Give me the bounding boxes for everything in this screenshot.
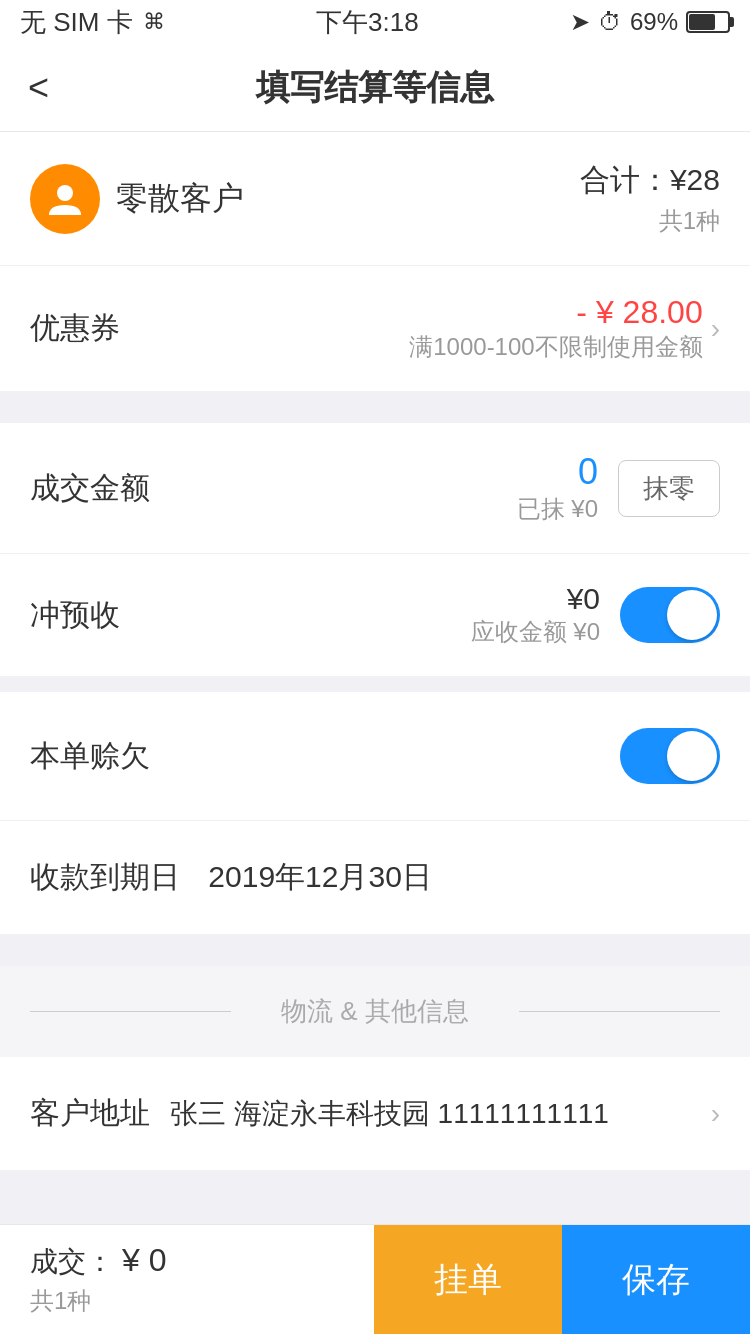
total-amount: 合计：¥28	[580, 160, 720, 201]
debit-row: 本单赊欠	[0, 692, 750, 820]
amount-section: 成交金额 0 已抹 ¥0 抹零 冲预收 ¥0 应收金额 ¥0	[0, 423, 750, 676]
save-button[interactable]: 保存	[562, 1225, 750, 1335]
status-left: 无 SIM 卡 ⌘	[20, 5, 165, 40]
total-count: 共1种	[580, 205, 720, 237]
round-zero-sub: 已抹 ¥0	[517, 493, 598, 525]
section-divider-1	[0, 407, 750, 423]
hang-button[interactable]: 挂单	[374, 1225, 562, 1335]
address-row[interactable]: 客户地址 张三 海淀永丰科技园 11111111111 ›	[0, 1057, 750, 1170]
section-divider-3	[0, 950, 750, 966]
prepayment-amount: ¥0	[471, 582, 600, 616]
page-title: 填写结算等信息	[256, 65, 494, 111]
location-icon: ➤	[570, 8, 590, 36]
transaction-right: 0 已抹 ¥0 抹零	[517, 451, 720, 525]
due-date-label: 收款到期日	[30, 860, 180, 893]
logistics-label: 物流 & 其他信息	[0, 994, 750, 1029]
amount-sub: 0 已抹 ¥0	[517, 451, 598, 525]
status-time: 下午3:18	[316, 5, 419, 40]
prepayment-sub: ¥0 应收金额 ¥0	[471, 582, 600, 648]
avatar	[30, 164, 100, 234]
transaction-label: 成交金额	[30, 468, 150, 509]
carrier-label: 无 SIM 卡	[20, 5, 133, 40]
bottom-deal-row: 成交： ¥ 0	[30, 1242, 374, 1281]
bottom-bar: 成交： ¥ 0 共1种 挂单 保存	[0, 1224, 750, 1334]
coupon-label: 优惠券	[30, 308, 120, 349]
status-right: ➤ ⏱ 69%	[570, 8, 730, 36]
nav-bar: < 填写结算等信息	[0, 44, 750, 132]
back-button[interactable]: <	[28, 67, 49, 109]
address-chevron-icon: ›	[711, 1098, 720, 1130]
deal-label: 成交：	[30, 1243, 114, 1281]
bottom-deal-info: 成交： ¥ 0 共1种	[0, 1242, 374, 1317]
address-label: 客户地址	[30, 1093, 150, 1134]
battery-icon	[686, 11, 730, 33]
toggle-knob	[667, 590, 717, 640]
chevron-right-icon: ›	[711, 313, 720, 345]
address-section: 客户地址 张三 海淀永丰科技园 11111111111 ›	[0, 1057, 750, 1170]
status-bar: 无 SIM 卡 ⌘ 下午3:18 ➤ ⏱ 69%	[0, 0, 750, 44]
customer-total: 合计：¥28 共1种	[580, 160, 720, 237]
round-zero-button[interactable]: 抹零	[618, 460, 720, 517]
coupon-row[interactable]: 优惠券 - ¥ 28.00 满1000-100不限制使用金额 ›	[0, 265, 750, 391]
coupon-value: - ¥ 28.00	[409, 294, 702, 331]
transaction-input[interactable]: 0	[517, 451, 598, 493]
prepayment-toggle[interactable]	[620, 587, 720, 643]
prepayment-row: 冲预收 ¥0 应收金额 ¥0	[0, 554, 750, 676]
debit-toggle[interactable]	[620, 728, 720, 784]
debit-label: 本单赊欠	[30, 736, 150, 777]
alarm-icon: ⏱	[598, 8, 622, 36]
prepayment-sub-text: 应收金额 ¥0	[471, 616, 600, 648]
address-value: 张三 海淀永丰科技园 11111111111	[170, 1095, 711, 1133]
coupon-right: - ¥ 28.00 满1000-100不限制使用金额 ›	[409, 294, 720, 363]
debit-toggle-knob	[667, 731, 717, 781]
section-divider-2	[0, 676, 750, 692]
customer-row: 零散客户 合计：¥28 共1种	[0, 132, 750, 265]
bottom-count: 共1种	[30, 1285, 374, 1317]
transaction-amount-row: 成交金额 0 已抹 ¥0 抹零	[0, 423, 750, 554]
prepayment-label: 冲预收	[30, 595, 120, 636]
debit-section: 本单赊欠 收款到期日 2019年12月30日	[0, 692, 750, 934]
wifi-icon: ⌘	[143, 9, 165, 35]
prepayment-right: ¥0 应收金额 ¥0	[471, 582, 720, 648]
svg-point-0	[57, 185, 73, 201]
due-date-value: 2019年12月30日	[208, 860, 431, 893]
coupon-details: - ¥ 28.00 满1000-100不限制使用金额	[409, 294, 702, 363]
coupon-desc: 满1000-100不限制使用金额	[409, 331, 702, 363]
customer-section: 零散客户 合计：¥28 共1种 优惠券 - ¥ 28.00 满1000-100不…	[0, 132, 750, 391]
due-date-row: 收款到期日 2019年12月30日	[0, 820, 750, 934]
deal-amount: ¥ 0	[122, 1242, 166, 1279]
customer-info: 零散客户	[30, 164, 244, 234]
logistics-section: 物流 & 其他信息	[0, 966, 750, 1057]
customer-name: 零散客户	[116, 177, 244, 221]
battery-label: 69%	[630, 8, 678, 36]
